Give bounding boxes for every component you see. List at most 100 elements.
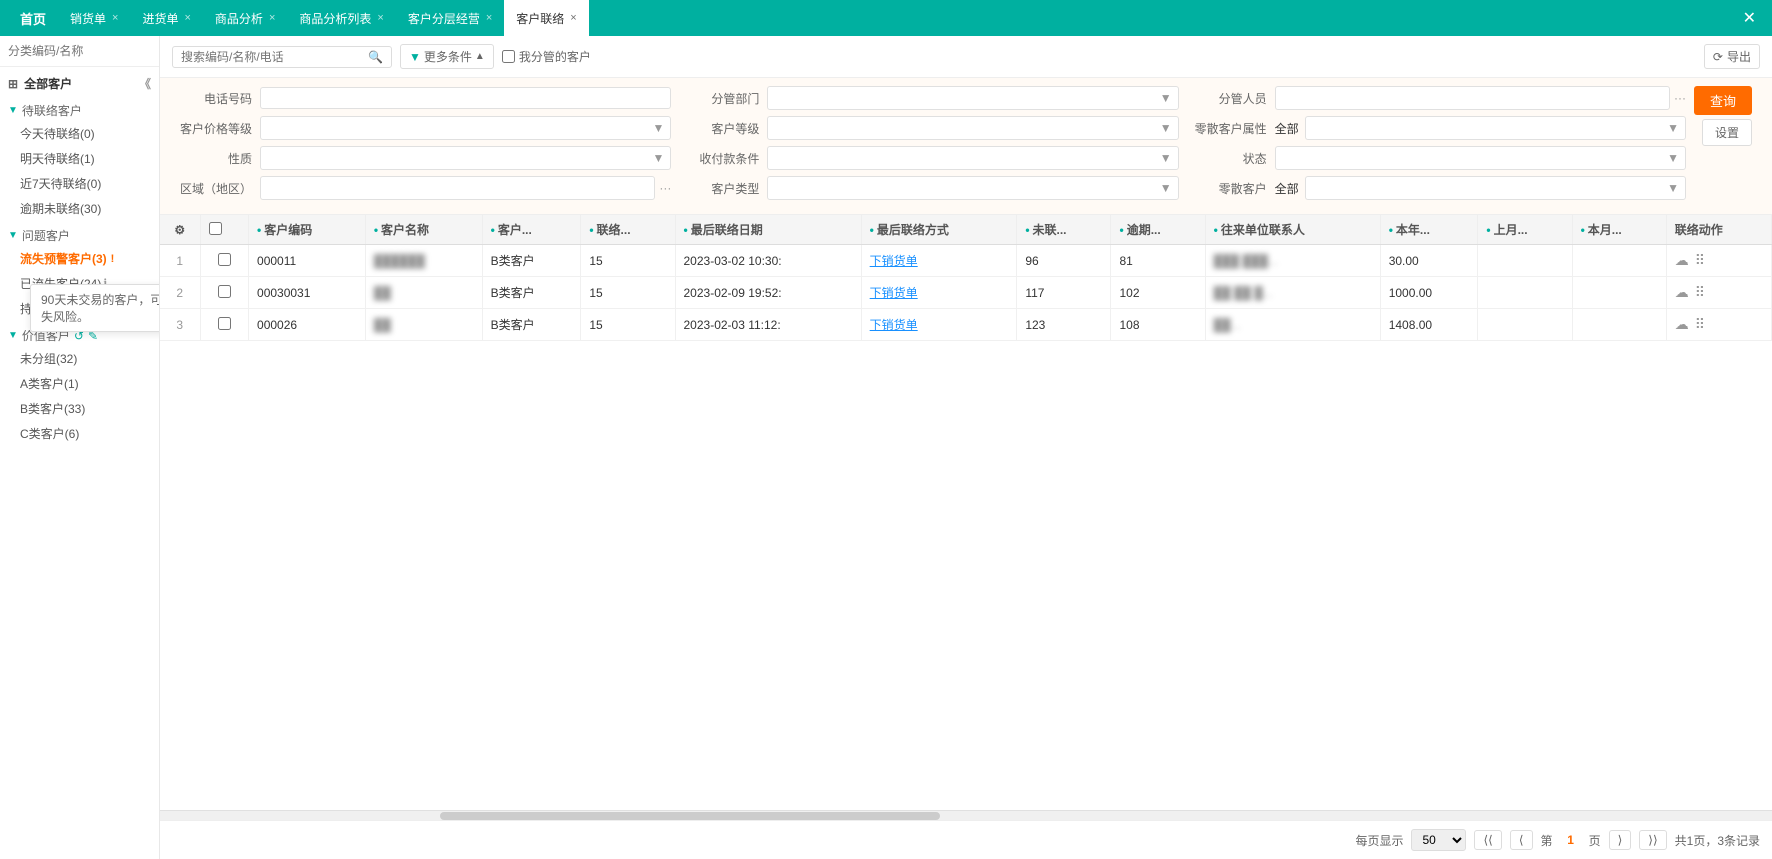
nav-tab-analysis-list[interactable]: 商品分析列表 × bbox=[287, 0, 395, 36]
cell-checkbox[interactable] bbox=[200, 277, 249, 309]
close-icon[interactable]: × bbox=[377, 12, 383, 24]
sidebar-group-problem[interactable]: ▼ 问题客户 bbox=[0, 221, 159, 246]
th-checkbox[interactable] bbox=[200, 215, 249, 245]
sidebar-item-7days[interactable]: 近7天待联络(0) bbox=[0, 171, 159, 196]
sidebar-item-today[interactable]: 今天待联络(0) bbox=[0, 121, 159, 146]
settings-button[interactable]: 设置 bbox=[1702, 119, 1752, 146]
select-all-checkbox[interactable] bbox=[209, 222, 222, 235]
filter-label-region: 区域（地区） bbox=[180, 180, 252, 197]
nav-tab-purchase[interactable]: 进货单 × bbox=[130, 0, 202, 36]
prev-page-button[interactable]: ⟨ bbox=[1510, 830, 1533, 850]
main-search-icon[interactable]: 🔍 bbox=[368, 50, 383, 64]
sidebar-search-input[interactable] bbox=[8, 44, 160, 58]
caret-icon: ▼ bbox=[1667, 181, 1679, 195]
filter-cell-manager: 分管人员 ··· bbox=[1187, 86, 1694, 110]
cell-last-contact-method[interactable]: 下销货单 bbox=[861, 245, 1017, 277]
cell-last-contact-method[interactable]: 下销货单 bbox=[861, 277, 1017, 309]
nav-tab-home[interactable]: 首页 bbox=[8, 0, 58, 36]
filter-dots-manager[interactable]: ··· bbox=[1674, 91, 1686, 105]
triangle-icon: ▼ bbox=[8, 230, 18, 241]
per-page-select[interactable]: 50 100 200 bbox=[1411, 829, 1466, 851]
cell-checkbox[interactable] bbox=[200, 309, 249, 341]
cell-unit-contacts: ██ ██ █... bbox=[1205, 277, 1380, 309]
nav-tab-sales[interactable]: 销货单 × bbox=[58, 0, 130, 36]
sidebar-all-customers[interactable]: ⊞ 全部客户 《 bbox=[0, 67, 159, 96]
filter-row-4: 区域（地区） ··· 客户类型 ▼ bbox=[172, 176, 1694, 200]
close-icon[interactable]: × bbox=[269, 12, 275, 24]
filter-cell-customer-type: 客户类型 ▼ bbox=[679, 176, 1186, 200]
filter-select-scatter[interactable]: ▼ bbox=[1305, 176, 1686, 200]
collapse-icon[interactable]: 《 bbox=[139, 75, 151, 92]
sidebar-item-churn-warning[interactable]: 流失预警客户(3) ! bbox=[0, 246, 159, 271]
cell-action: ☁ ⠿ bbox=[1666, 245, 1771, 277]
action-chat-icon[interactable]: ☁ bbox=[1675, 284, 1689, 301]
sidebar-group-pending[interactable]: ▼ 待联络客户 bbox=[0, 96, 159, 121]
filter-select-customer-type[interactable]: ▼ bbox=[767, 176, 1178, 200]
close-icon[interactable]: × bbox=[486, 12, 492, 24]
row-checkbox[interactable] bbox=[218, 317, 231, 330]
scatter-attr-value: 全部 bbox=[1275, 120, 1299, 137]
filter-select-manager[interactable] bbox=[1275, 86, 1670, 110]
th-this-year: 本年... bbox=[1380, 215, 1478, 245]
export-button[interactable]: ⟳ 导出 bbox=[1704, 44, 1760, 69]
nav-tab-customer-tier[interactable]: 客户分层经营 × bbox=[396, 0, 504, 36]
cell-unit-contacts: ██... bbox=[1205, 309, 1380, 341]
filter-input-phone[interactable] bbox=[260, 87, 671, 109]
contact-method-link[interactable]: 下销货单 bbox=[870, 286, 918, 300]
close-icon[interactable]: × bbox=[184, 12, 190, 24]
filter-cell-price-tier: 客户价格等级 ▼ bbox=[172, 116, 679, 140]
sidebar-item-class-c[interactable]: C类客户(6) bbox=[0, 421, 159, 446]
nav-tab-analysis[interactable]: 商品分析 × bbox=[203, 0, 287, 36]
filter-select-payment[interactable]: ▼ bbox=[767, 146, 1178, 170]
my-customers-checkbox-label[interactable]: 我分管的客户 bbox=[502, 48, 591, 65]
row-checkbox[interactable] bbox=[218, 253, 231, 266]
filter-select-region[interactable] bbox=[260, 176, 655, 200]
cell-last-contact-method[interactable]: 下销货单 bbox=[861, 309, 1017, 341]
cell-type: B类客户 bbox=[482, 309, 581, 341]
filter-dots-region[interactable]: ··· bbox=[659, 181, 671, 195]
close-icon[interactable]: × bbox=[112, 12, 118, 24]
sidebar-item-class-b[interactable]: B类客户(33) bbox=[0, 396, 159, 421]
cell-this-month bbox=[1572, 245, 1666, 277]
th-settings[interactable]: ⚙ bbox=[160, 215, 200, 245]
last-page-button[interactable]: ⟩⟩ bbox=[1639, 830, 1666, 850]
filter-select-price-tier[interactable]: ▼ bbox=[260, 116, 671, 140]
main-search-input[interactable] bbox=[181, 50, 368, 64]
filter-select-nature[interactable]: ▼ bbox=[260, 146, 671, 170]
filter-select-dept[interactable]: ▼ bbox=[767, 86, 1178, 110]
filter-select-status[interactable]: ▼ bbox=[1275, 146, 1686, 170]
filter-select-scatter-attr[interactable]: ▼ bbox=[1305, 116, 1686, 140]
cell-contacts: 15 bbox=[581, 277, 675, 309]
next-page-button[interactable]: ⟩ bbox=[1609, 830, 1632, 850]
contact-method-link[interactable]: 下销货单 bbox=[870, 318, 918, 332]
query-button[interactable]: 查询 bbox=[1694, 86, 1752, 115]
contact-method-link[interactable]: 下销货单 bbox=[870, 254, 918, 268]
nav-tab-customer-contact[interactable]: 客户联络 × bbox=[504, 0, 588, 36]
filter-select-customer-tier[interactable]: ▼ bbox=[767, 116, 1178, 140]
close-icon[interactable]: × bbox=[570, 12, 576, 24]
cell-code: 00030031 bbox=[249, 277, 366, 309]
sidebar-item-ungrouped[interactable]: 未分组(32) bbox=[0, 346, 159, 371]
table-row: 1 000011 ██████ B类客户 15 2023-03-02 10:30… bbox=[160, 245, 1772, 277]
action-chat-icon[interactable]: ☁ bbox=[1675, 316, 1689, 333]
cell-unit-contacts: ███ ███... bbox=[1205, 245, 1380, 277]
my-customers-checkbox[interactable] bbox=[502, 50, 515, 63]
action-chat-icon[interactable]: ☁ bbox=[1675, 252, 1689, 269]
row-checkbox[interactable] bbox=[218, 285, 231, 298]
action-grid-icon[interactable]: ⠿ bbox=[1695, 316, 1705, 333]
more-conditions-button[interactable]: ▼ 更多条件 ▲ bbox=[400, 44, 494, 69]
first-page-button[interactable]: ⟨⟨ bbox=[1474, 830, 1501, 850]
scrollbar-thumb[interactable] bbox=[440, 812, 940, 820]
content-area: 🔍 ▼ 更多条件 ▲ 我分管的客户 ⟳ 导出 bbox=[160, 36, 1772, 859]
action-grid-icon[interactable]: ⠿ bbox=[1695, 252, 1705, 269]
cell-last-contact-date: 2023-02-09 19:52: bbox=[675, 277, 861, 309]
cell-action: ☁ ⠿ bbox=[1666, 277, 1771, 309]
filter-cell-region: 区域（地区） ··· bbox=[172, 176, 679, 200]
sidebar-item-class-a[interactable]: A类客户(1) bbox=[0, 371, 159, 396]
close-all-button[interactable]: ✕ bbox=[1735, 8, 1764, 28]
action-grid-icon[interactable]: ⠿ bbox=[1695, 284, 1705, 301]
horizontal-scrollbar[interactable] bbox=[160, 810, 1772, 820]
cell-checkbox[interactable] bbox=[200, 245, 249, 277]
sidebar-item-tomorrow[interactable]: 明天待联络(1) bbox=[0, 146, 159, 171]
sidebar-item-overdue[interactable]: 逾期未联络(30) bbox=[0, 196, 159, 221]
